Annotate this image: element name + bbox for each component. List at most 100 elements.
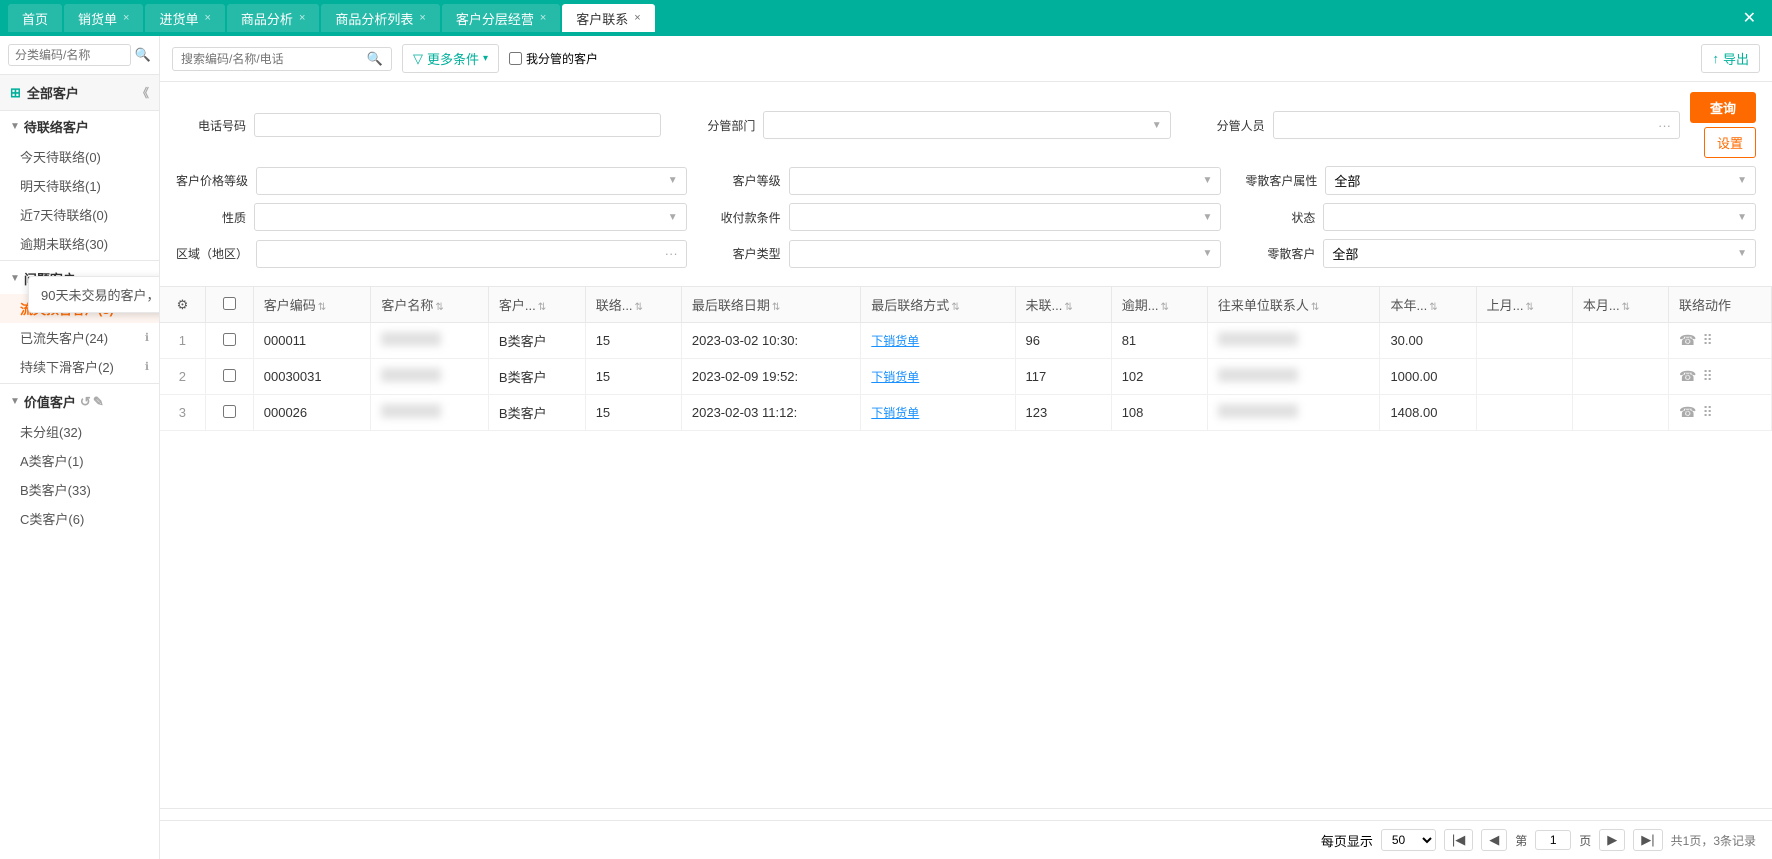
tab-customer-layered[interactable]: 客户分层经营 × xyxy=(442,4,560,32)
row-last-date-1: 2023-03-02 10:30: xyxy=(681,323,860,359)
call-icon-3[interactable]: ☎ xyxy=(1679,404,1696,421)
customer-level-select[interactable]: ▼ xyxy=(789,167,1222,195)
horizontal-scrollbar[interactable] xyxy=(160,808,1772,820)
sidebar-item-unclassified[interactable]: 未分组(32) xyxy=(0,417,159,446)
more-icon-1[interactable]: ⠿ xyxy=(1702,332,1712,349)
row-last-date-2: 2023-02-09 19:52: xyxy=(681,359,860,395)
first-page-btn[interactable]: |◀ xyxy=(1444,829,1473,851)
filter-cell-zero-customer: 零散客户 全部 ▼ xyxy=(1245,239,1756,268)
content-area: 🔍 ▽ 更多条件 ▾ 我分管的客户 ↑ 导出 电话号码 xyxy=(160,36,1772,859)
phone-input[interactable] xyxy=(254,113,661,137)
close-tab-customer-layered[interactable]: × xyxy=(540,12,546,24)
prev-page-btn[interactable]: ◀ xyxy=(1481,829,1507,851)
close-tab-product-analysis[interactable]: × xyxy=(299,12,305,24)
more-icon-2[interactable]: ⠿ xyxy=(1702,368,1712,385)
sidebar-search-icon[interactable]: 🔍 xyxy=(135,47,151,63)
call-icon-2[interactable]: ☎ xyxy=(1679,368,1696,385)
row-this-month-3 xyxy=(1572,395,1668,431)
sidebar-item-churned[interactable]: 已流失客户(24) ℹ xyxy=(0,323,159,352)
sort-unit-contact[interactable]: ⇅ xyxy=(1311,302,1319,313)
sort-this-year[interactable]: ⇅ xyxy=(1429,302,1437,313)
gender-select[interactable]: ▼ xyxy=(254,203,687,231)
close-tab-product-analysis-list[interactable]: × xyxy=(419,12,425,24)
sidebar-item-class-a[interactable]: A类客户(1) xyxy=(0,446,159,475)
sidebar-collapse-btn[interactable]: 《 xyxy=(137,84,149,101)
row-overdue-2: 102 xyxy=(1111,359,1207,395)
zero-attr-select[interactable]: 全部 ▼ xyxy=(1325,166,1756,195)
page-of-label: 页 xyxy=(1579,832,1591,849)
tab-product-analysis-list[interactable]: 商品分析列表 × xyxy=(321,4,439,32)
action-icons-3: ☎ ⠿ xyxy=(1679,404,1761,421)
payment-select[interactable]: ▼ xyxy=(789,203,1222,231)
next-page-btn[interactable]: ▶ xyxy=(1599,829,1625,851)
tab-sales-order[interactable]: 销货单 × xyxy=(64,4,143,32)
sidebar-item-class-c[interactable]: C类客户(6) xyxy=(0,504,159,533)
row-this-month-2 xyxy=(1572,359,1668,395)
sort-name[interactable]: ⇅ xyxy=(435,302,443,313)
sort-last-method[interactable]: ⇅ xyxy=(951,302,959,313)
window-close-button[interactable]: ✕ xyxy=(1735,8,1764,28)
edit-icon[interactable]: ✎ xyxy=(93,394,104,410)
tab-purchase-order[interactable]: 进货单 × xyxy=(145,4,224,32)
my-customers-checkbox[interactable] xyxy=(509,52,522,65)
sidebar-all-customers[interactable]: ⊞ 全部客户 《 xyxy=(0,75,159,111)
col-no-contact: 未联...⇅ xyxy=(1015,287,1111,323)
zero-attr-chevron: ▼ xyxy=(1737,175,1747,186)
search-icon[interactable]: 🔍 xyxy=(367,51,383,67)
manager-select[interactable]: ··· xyxy=(1273,111,1680,139)
sidebar-search-input[interactable] xyxy=(8,44,131,66)
zero-customer-select[interactable]: 全部 ▼ xyxy=(1323,239,1756,268)
filter-cell-region: 区域（地区） ··· xyxy=(176,240,687,268)
sidebar-item-class-b[interactable]: B类客户(33) xyxy=(0,475,159,504)
row-this-year-2: 1000.00 xyxy=(1380,359,1476,395)
sort-contact[interactable]: ⇅ xyxy=(635,302,643,313)
tab-customer-contact[interactable]: 客户联系 × xyxy=(562,4,654,32)
tab-home[interactable]: 首页 xyxy=(8,4,62,32)
more-conditions-btn[interactable]: ▽ 更多条件 ▾ xyxy=(402,44,499,73)
main-search-input[interactable] xyxy=(181,52,361,66)
export-btn[interactable]: ↑ 导出 xyxy=(1701,44,1760,73)
status-select[interactable]: ▼ xyxy=(1323,203,1756,231)
close-tab-customer-contact[interactable]: × xyxy=(634,12,640,24)
row-checkbox-1[interactable] xyxy=(205,323,253,359)
region-select[interactable]: ··· xyxy=(256,240,687,268)
sidebar-item-declining[interactable]: 持续下滑客户(2) ℹ xyxy=(0,352,159,381)
sort-no-contact[interactable]: ⇅ xyxy=(1064,302,1072,313)
select-all-checkbox[interactable] xyxy=(223,297,236,310)
sidebar-item-today[interactable]: 今天待联络(0) xyxy=(0,142,159,171)
refresh-icon[interactable]: ↺ xyxy=(80,394,91,410)
sort-overdue[interactable]: ⇅ xyxy=(1161,302,1169,313)
tab-product-analysis[interactable]: 商品分析 × xyxy=(227,4,319,32)
page-size-select[interactable]: 50 100 200 xyxy=(1381,829,1436,851)
arrow-value: ▼ xyxy=(10,396,20,407)
sort-last-month[interactable]: ⇅ xyxy=(1525,302,1533,313)
sort-code[interactable]: ⇅ xyxy=(318,302,326,313)
filter-cell-gender: 性质 ▼ xyxy=(176,203,687,231)
dept-select[interactable]: ▼ xyxy=(763,111,1170,139)
last-page-btn[interactable]: ▶| xyxy=(1633,829,1662,851)
row-checkbox-2[interactable] xyxy=(205,359,253,395)
query-btn[interactable]: 查询 xyxy=(1690,92,1756,123)
call-icon-1[interactable]: ☎ xyxy=(1679,332,1696,349)
settings-col[interactable]: ⚙ xyxy=(160,287,205,323)
more-icon-3[interactable]: ⠿ xyxy=(1702,404,1712,421)
close-tab-purchase[interactable]: × xyxy=(204,12,210,24)
region-dots[interactable]: ··· xyxy=(665,246,678,261)
manager-dots[interactable]: ··· xyxy=(1658,118,1671,133)
sidebar-group-pending[interactable]: ▼ 待联络客户 xyxy=(0,111,159,142)
sidebar-group-value[interactable]: ▼ 价值客户 ↺ ✎ xyxy=(0,386,159,417)
price-level-select[interactable]: ▼ xyxy=(256,167,687,195)
customer-type-select[interactable]: ▼ xyxy=(789,240,1222,268)
page-number-input[interactable] xyxy=(1535,830,1571,850)
sort-last-date[interactable]: ⇅ xyxy=(772,302,780,313)
close-tab-sales[interactable]: × xyxy=(123,12,129,24)
settings-btn[interactable]: 设置 xyxy=(1704,127,1756,158)
sort-this-month[interactable]: ⇅ xyxy=(1622,302,1630,313)
sort-type[interactable]: ⇅ xyxy=(538,302,546,313)
checkbox-col[interactable] xyxy=(205,287,253,323)
sidebar-item-overdue-contact[interactable]: 逾期未联络(30) xyxy=(0,229,159,258)
sidebar-item-7days[interactable]: 近7天待联络(0) xyxy=(0,200,159,229)
sidebar-item-tomorrow[interactable]: 明天待联络(1) xyxy=(0,171,159,200)
row-unit-contact-2 xyxy=(1207,359,1380,395)
row-checkbox-3[interactable] xyxy=(205,395,253,431)
